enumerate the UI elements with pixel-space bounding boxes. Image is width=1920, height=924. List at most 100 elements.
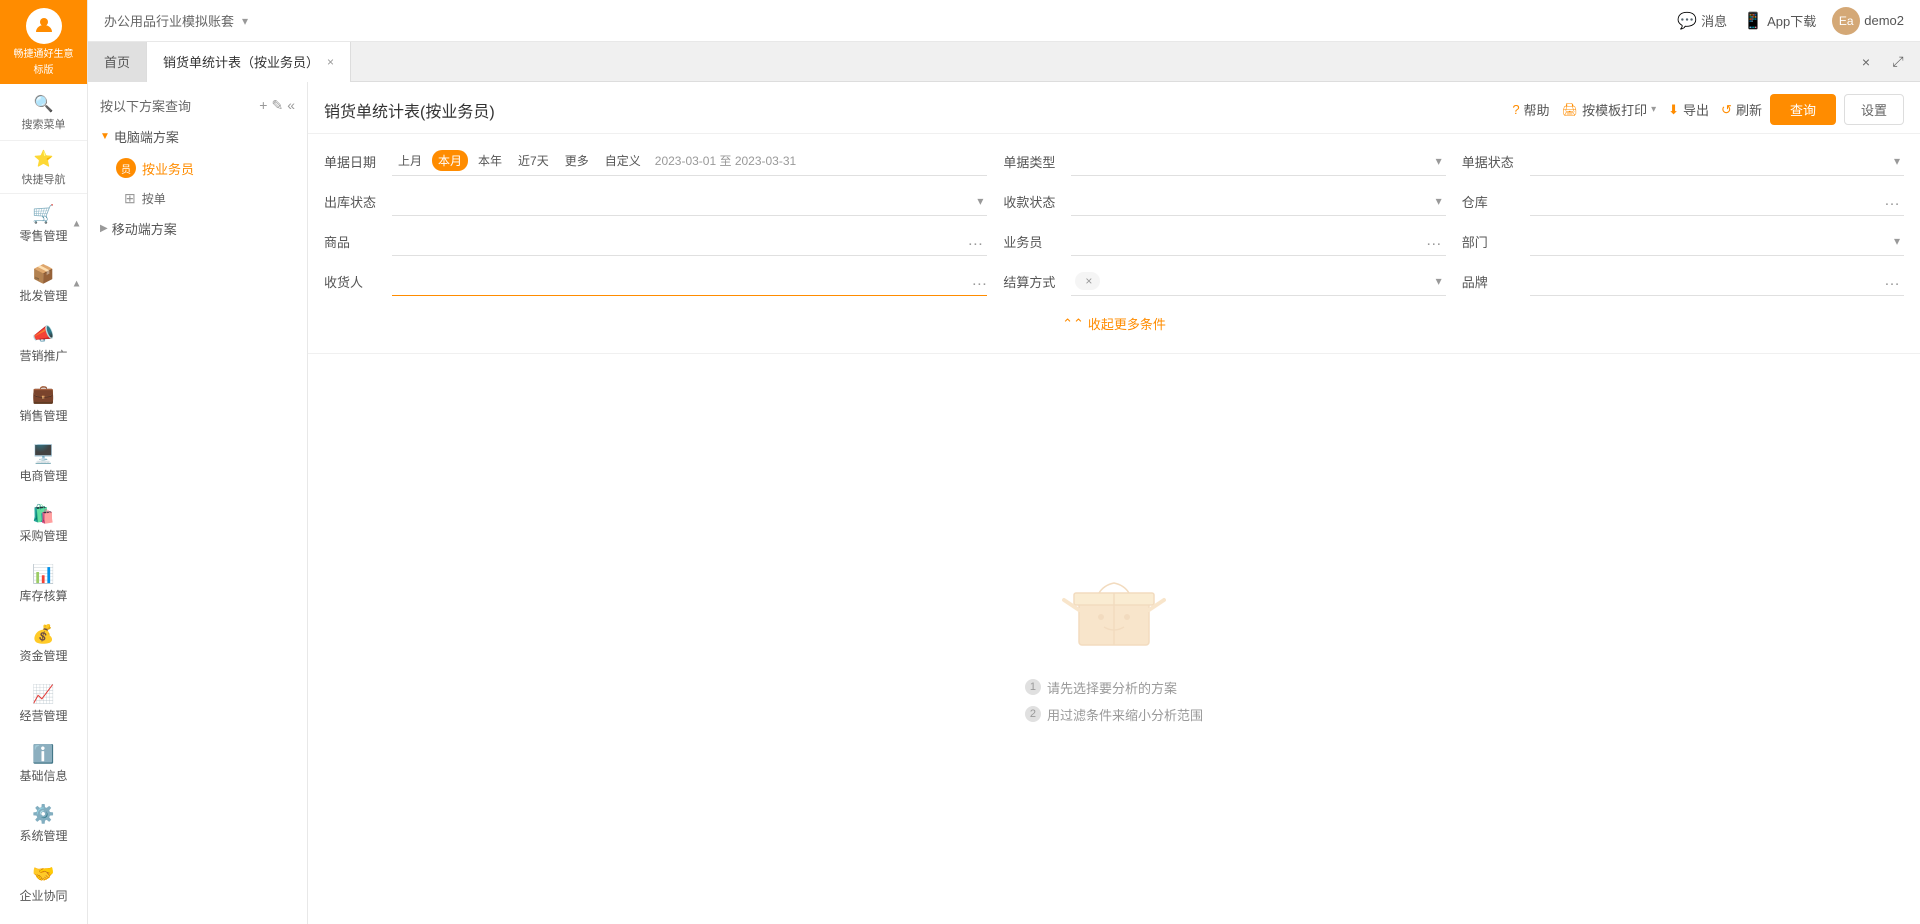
sidebar-item-ecommerce[interactable]: 🖥️ 电商管理	[0, 434, 88, 494]
tab-active[interactable]: 销货单统计表（按业务员） ×	[147, 42, 351, 82]
dept-select[interactable]: ▾	[1530, 226, 1904, 256]
sidebar-item-sales[interactable]: 💼 销售管理	[0, 374, 88, 434]
collapse-panel-button[interactable]: «	[287, 97, 295, 114]
operation-label: 经营管理	[19, 707, 67, 724]
collapse-bar[interactable]: ⌃⌃ 收起更多条件	[324, 306, 1904, 341]
receiver-dots-icon[interactable]: …	[971, 272, 987, 290]
doc-type-arrow-icon: ▾	[1436, 154, 1442, 168]
settlement-select[interactable]: × ▾	[1071, 266, 1445, 296]
warehouse-dots-icon[interactable]: …	[1884, 192, 1900, 210]
product-input[interactable]: …	[392, 226, 987, 256]
scheme-item-salesman[interactable]: 员 按业务员	[88, 152, 307, 184]
tab-close-icon[interactable]: ×	[327, 55, 334, 69]
sidebar-item-wholesale[interactable]: 📦 批发管理 ▲	[0, 254, 88, 314]
mobile-scheme-group: ▶ 移动端方案	[88, 213, 307, 244]
purchase-label: 采购管理	[19, 527, 67, 544]
empty-icon	[1054, 555, 1174, 658]
salesman-input[interactable]: …	[1071, 226, 1445, 256]
retail-icon: 🛒	[32, 204, 54, 225]
window-close-button[interactable]: ×	[1852, 48, 1880, 76]
app-download-button[interactable]: 📱 App下载	[1743, 11, 1816, 31]
date-tab-this-month[interactable]: 本月	[432, 150, 468, 171]
receiver-input-box[interactable]: …	[392, 266, 987, 296]
topbar-left: 办公用品行业模拟账套 ▾	[104, 11, 248, 30]
sidebar-item-operation[interactable]: 📈 经营管理	[0, 674, 88, 734]
date-tab-this-year[interactable]: 本年	[472, 150, 508, 171]
receiver-input[interactable]	[392, 273, 967, 288]
product-dots-icon[interactable]: …	[967, 232, 983, 250]
sidebar-item-basic[interactable]: ℹ️ 基础信息	[0, 734, 88, 794]
add-scheme-button[interactable]: +	[259, 97, 267, 114]
export-button[interactable]: ⬇ 导出	[1668, 100, 1709, 119]
topbar-title[interactable]: 办公用品行业模拟账套	[104, 11, 234, 30]
left-filter-panel: 按以下方案查询 + ✎ « ▼ 电脑端方案 员 按业务员 ⊞ 按	[88, 82, 308, 924]
sidebar-item-cooperation[interactable]: 🤝 企业协同	[0, 854, 88, 914]
sidebar-item-guide[interactable]: 🆕 新手引导	[0, 914, 88, 924]
window-maximize-icon: ⤢	[1892, 53, 1903, 70]
brand-dots-icon[interactable]: …	[1884, 272, 1900, 290]
doc-status-arrow-icon: ▾	[1894, 154, 1900, 168]
mobile-group-title[interactable]: ▶ 移动端方案	[88, 213, 307, 244]
date-tab-more[interactable]: 更多	[559, 150, 595, 171]
dept-label: 部门	[1462, 232, 1522, 251]
brand-label: 品牌	[1462, 272, 1522, 291]
sidebar-item-system[interactable]: ⚙️ 系统管理	[0, 794, 88, 854]
filter-panel-title: 按以下方案查询	[100, 96, 191, 115]
print-button[interactable]: 🖨 按模板打印 ▾	[1562, 100, 1657, 119]
scheme-salesman-label: 按业务员	[142, 159, 194, 178]
sidebar-item-finance[interactable]: 💰 资金管理	[0, 614, 88, 674]
user-avatar: Ea	[1832, 7, 1860, 35]
brand-input[interactable]: …	[1530, 266, 1904, 296]
header-right-actions: ? 帮助 🖨 按模板打印 ▾ ⬇ 导出 ↺	[1512, 94, 1904, 125]
out-status-select[interactable]: ▾	[392, 186, 987, 216]
sidebar-item-marketing[interactable]: 📣 营销推广	[0, 314, 88, 374]
filter-receiver: 收货人 …	[324, 266, 987, 296]
inventory-icon: 📊	[32, 564, 54, 585]
help-icon: ?	[1512, 102, 1519, 117]
filter-product: 商品 …	[324, 226, 987, 256]
sidebar-item-retail[interactable]: 🛒 零售管理 ▲	[0, 194, 88, 254]
mobile-group-label: 移动端方案	[112, 219, 177, 238]
quick-nav-item[interactable]: ⭐ 快捷导航	[0, 141, 87, 194]
mobile-expand-icon: ▶	[100, 223, 108, 234]
sidebar-item-purchase[interactable]: 🛍️ 采购管理	[0, 494, 88, 554]
app-subtitle: 标版	[34, 61, 54, 76]
wholesale-icon: 📦	[32, 264, 54, 285]
sidebar-item-inventory[interactable]: 📊 库存核算	[0, 554, 88, 614]
settings-button[interactable]: 设置	[1844, 94, 1904, 125]
query-button[interactable]: 查询	[1770, 94, 1836, 125]
settlement-clear-icon[interactable]: ×	[1085, 274, 1092, 288]
salesman-label: 业务员	[1003, 232, 1063, 251]
doc-type-select[interactable]: ▾	[1071, 146, 1445, 176]
date-range-display: 2023-03-01 至 2023-03-31	[655, 152, 796, 169]
desktop-group-title[interactable]: ▼ 电脑端方案	[88, 121, 307, 152]
date-tab-custom[interactable]: 自定义	[599, 150, 647, 171]
collect-status-select[interactable]: ▾	[1071, 186, 1445, 216]
warehouse-input[interactable]: …	[1530, 186, 1904, 216]
empty-tip-1: 1 请先选择要分析的方案	[1025, 678, 1203, 697]
refresh-button[interactable]: ↺ 刷新	[1721, 100, 1762, 119]
salesman-dots-icon[interactable]: …	[1426, 232, 1442, 250]
tab-home[interactable]: 首页	[88, 42, 147, 82]
window-maximize-button[interactable]: ⤢	[1884, 48, 1912, 76]
tab-home-label: 首页	[104, 52, 130, 71]
search-menu-item[interactable]: 🔍 搜索菜单	[0, 84, 87, 141]
help-button[interactable]: ? 帮助	[1512, 100, 1549, 119]
ecommerce-icon: 🖥️	[32, 444, 54, 465]
user-info[interactable]: Ea demo2	[1832, 7, 1904, 35]
out-status-label: 出库状态	[324, 192, 384, 211]
product-label: 商品	[324, 232, 384, 251]
refresh-icon: ↺	[1721, 102, 1732, 118]
topbar-dropdown-icon[interactable]: ▾	[242, 14, 248, 28]
scheme-item-order[interactable]: ⊞ 按单	[88, 184, 307, 213]
edit-scheme-button[interactable]: ✎	[271, 97, 283, 114]
date-label: 单据日期	[324, 152, 384, 171]
message-button[interactable]: 💬 消息	[1677, 11, 1727, 31]
marketing-label: 营销推广	[19, 347, 67, 364]
window-close-icon: ×	[1862, 54, 1870, 70]
date-tab-last-month[interactable]: 上月	[392, 150, 428, 171]
doc-status-select[interactable]: ▾	[1530, 146, 1904, 176]
content-area: 按以下方案查询 + ✎ « ▼ 电脑端方案 员 按业务员 ⊞ 按	[88, 82, 1920, 924]
date-tab-7days[interactable]: 近7天	[512, 150, 555, 171]
collapse-icon: ⌃⌃	[1062, 316, 1084, 332]
